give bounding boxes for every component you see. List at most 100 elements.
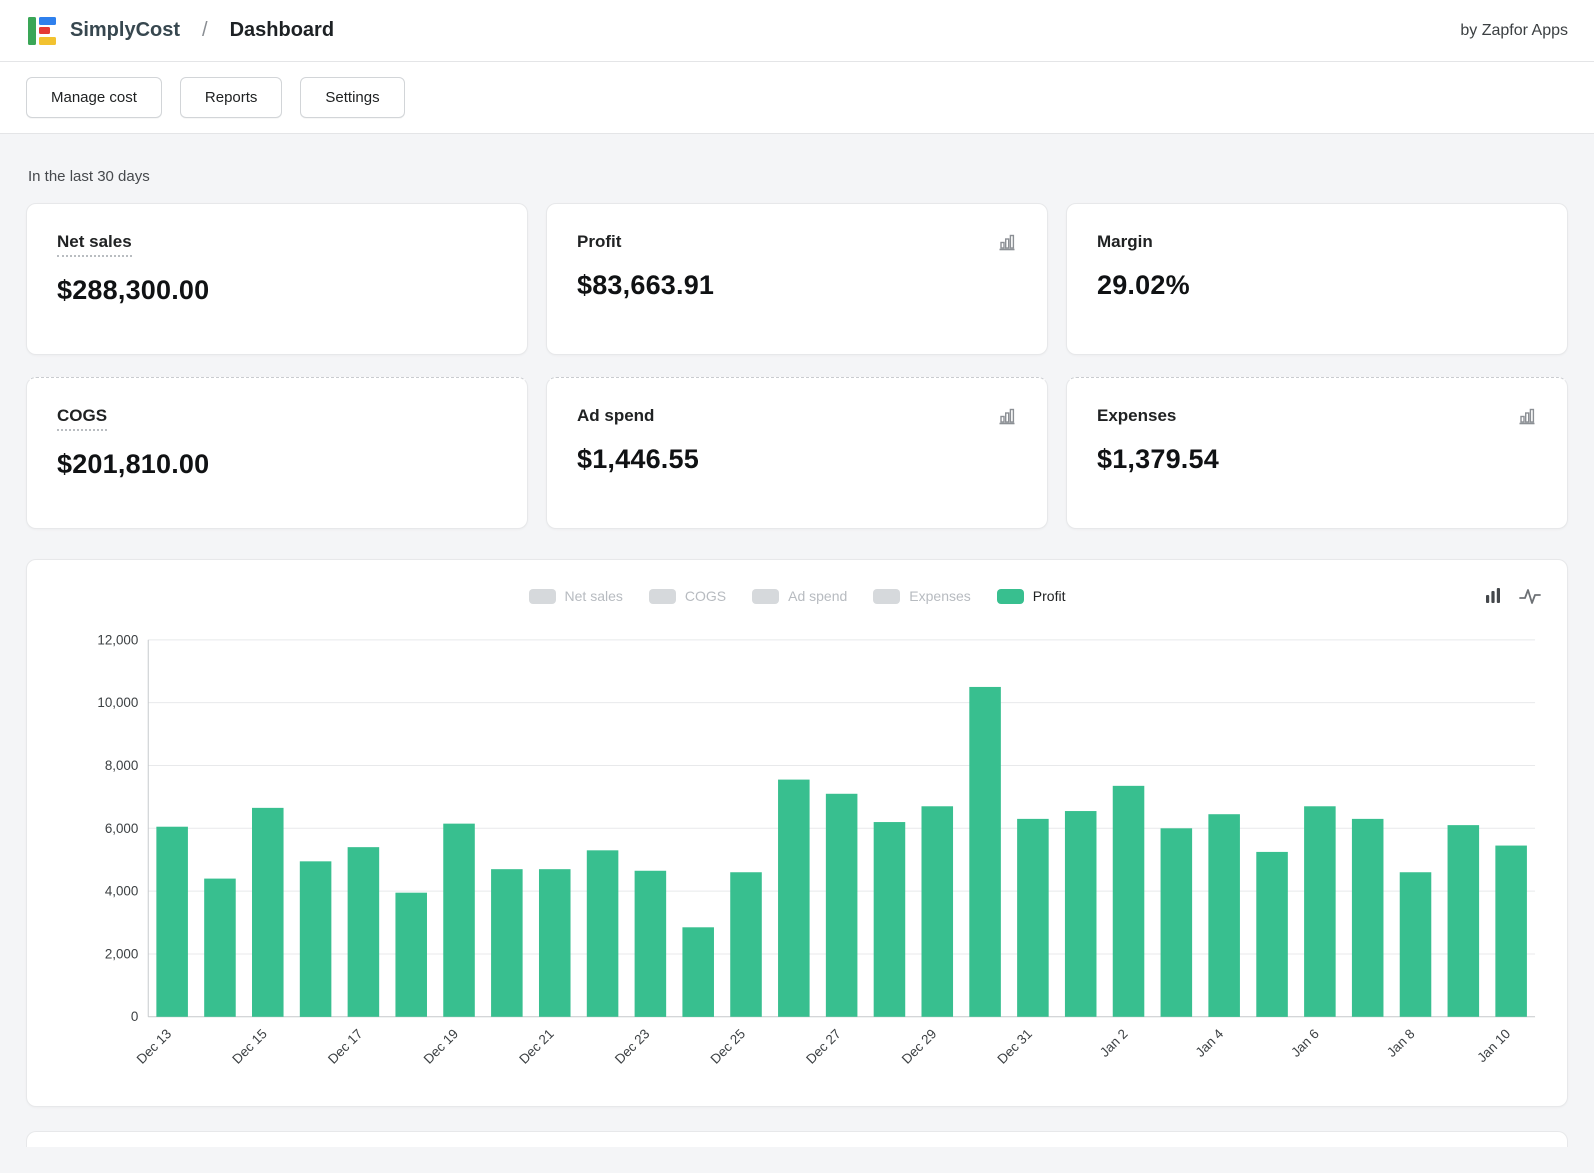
metric-title-cogs[interactable]: COGS bbox=[57, 406, 108, 431]
profit-bar[interactable] bbox=[204, 878, 236, 1017]
legend-swatch-expenses bbox=[873, 588, 901, 604]
profit-bar[interactable] bbox=[1304, 806, 1336, 1017]
next-card-peek bbox=[26, 1131, 1568, 1148]
x-tick-label: Dec 15 bbox=[229, 1026, 270, 1067]
profit-bar[interactable] bbox=[538, 869, 571, 1017]
chart-legend: Net sales COGS Ad spend Expenses Profit bbox=[53, 582, 1541, 618]
x-tick-label: Dec 17 bbox=[325, 1026, 366, 1067]
page-title: Dashboard bbox=[229, 19, 335, 41]
x-tick-label: Dec 31 bbox=[994, 1026, 1035, 1067]
legend-swatch-profit bbox=[996, 588, 1024, 604]
reports-button[interactable]: Reports bbox=[179, 77, 283, 118]
legend-swatch-net-sales bbox=[528, 588, 556, 604]
x-tick-label: Jan 2 bbox=[1097, 1026, 1131, 1060]
legend-swatch-ad-spend bbox=[752, 588, 780, 604]
profit-bar[interactable] bbox=[443, 823, 475, 1017]
metric-card-cogs: COGS $201,810.00 bbox=[26, 377, 528, 529]
profit-bar[interactable] bbox=[491, 869, 523, 1017]
vendor-byline[interactable]: by Zapfor Apps bbox=[1460, 22, 1568, 40]
profit-bar[interactable] bbox=[873, 822, 906, 1017]
metric-value-net-sales: $288,300.00 bbox=[57, 275, 210, 305]
metric-cards-grid: Net sales $288,300.00 Profit $83,663.91 … bbox=[26, 203, 1568, 529]
app-logo-icon bbox=[28, 16, 56, 45]
metric-value-profit: $83,663.91 bbox=[577, 270, 715, 300]
profit-bar[interactable] bbox=[1112, 785, 1145, 1017]
legend-item-net-sales[interactable]: Net sales bbox=[528, 588, 623, 604]
metric-value-ad-spend: $1,446.55 bbox=[577, 444, 699, 474]
profit-bar[interactable] bbox=[730, 872, 762, 1017]
x-tick-label: Dec 13 bbox=[134, 1026, 175, 1067]
legend-label-cogs: COGS bbox=[684, 588, 727, 604]
ad-spend-mini-bar-chart-icon[interactable] bbox=[997, 406, 1017, 426]
y-tick-label: 6,000 bbox=[105, 821, 138, 836]
profit-bar[interactable] bbox=[921, 806, 954, 1017]
profit-bar[interactable] bbox=[251, 807, 284, 1017]
metric-value-cogs: $201,810.00 bbox=[57, 449, 210, 479]
chart-area: 0 2,000 4,000 6,000 8,000 10,000 12,000 Dec 13 D… bbox=[53, 618, 1541, 1092]
x-tick-label: Jan 10 bbox=[1474, 1026, 1513, 1065]
metric-title-net-sales[interactable]: Net sales bbox=[57, 232, 132, 257]
metric-card-margin: Margin 29.02% bbox=[1066, 203, 1568, 355]
profit-bar[interactable] bbox=[682, 927, 714, 1017]
y-tick-label: 4,000 bbox=[105, 884, 138, 899]
app-name-link[interactable]: SimplyCost bbox=[70, 19, 180, 42]
x-tick-label: Jan 6 bbox=[1288, 1026, 1322, 1060]
legend-label-expenses: Expenses bbox=[909, 588, 971, 604]
profit-bar[interactable] bbox=[1208, 814, 1240, 1017]
metric-title-profit: Profit bbox=[577, 232, 622, 251]
profit-bar[interactable] bbox=[778, 779, 810, 1017]
legend-item-expenses[interactable]: Expenses bbox=[873, 588, 971, 604]
x-tick-label: Dec 21 bbox=[516, 1026, 557, 1067]
profit-bar[interactable] bbox=[299, 861, 332, 1017]
profit-bar[interactable] bbox=[969, 686, 1001, 1017]
profit-bar[interactable] bbox=[1447, 825, 1480, 1017]
top-bar: SimplyCost / Dashboard by Zapfor Apps bbox=[0, 0, 1594, 62]
legend-label-net-sales: Net sales bbox=[564, 588, 623, 604]
y-tick-label: 0 bbox=[131, 1009, 138, 1024]
metric-title-margin: Margin bbox=[1097, 232, 1153, 251]
profit-chart-card: Net sales COGS Ad spend Expenses Profit bbox=[26, 559, 1568, 1108]
profit-bar[interactable] bbox=[586, 850, 619, 1017]
metric-title-expenses: Expenses bbox=[1097, 406, 1177, 425]
x-tick-label: Dec 25 bbox=[708, 1026, 749, 1067]
profit-bar[interactable] bbox=[634, 870, 667, 1017]
expenses-mini-bar-chart-icon[interactable] bbox=[1517, 406, 1537, 426]
profit-bar[interactable] bbox=[395, 892, 427, 1017]
profit-bar[interactable] bbox=[347, 847, 380, 1017]
primary-nav: Manage cost Reports Settings bbox=[0, 62, 1594, 134]
profit-bar[interactable] bbox=[1256, 851, 1288, 1017]
x-tick-label: Jan 8 bbox=[1384, 1026, 1418, 1060]
profit-bar[interactable] bbox=[1017, 818, 1049, 1017]
profit-mini-bar-chart-icon[interactable] bbox=[997, 232, 1017, 252]
x-tick-label: Dec 27 bbox=[803, 1026, 844, 1067]
x-tick-label: Jan 4 bbox=[1193, 1026, 1227, 1060]
legend-item-profit[interactable]: Profit bbox=[996, 588, 1065, 604]
dashboard-content: In the last 30 days Net sales $288,300.0… bbox=[0, 134, 1594, 1173]
x-tick-label: Dec 19 bbox=[421, 1026, 462, 1067]
profit-bar[interactable] bbox=[1351, 818, 1384, 1017]
legend-item-cogs[interactable]: COGS bbox=[648, 588, 727, 604]
profit-bar[interactable] bbox=[1064, 811, 1097, 1017]
line-chart-toggle-icon[interactable] bbox=[1519, 586, 1541, 606]
legend-swatch-cogs bbox=[648, 588, 676, 604]
metric-value-expenses: $1,379.54 bbox=[1097, 444, 1219, 474]
profit-bar[interactable] bbox=[1399, 872, 1432, 1017]
y-tick-label: 2,000 bbox=[105, 946, 138, 961]
chart-type-toggles bbox=[1483, 586, 1541, 606]
period-label: In the last 30 days bbox=[28, 168, 150, 185]
legend-item-ad-spend[interactable]: Ad spend bbox=[752, 588, 847, 604]
y-tick-label: 8,000 bbox=[105, 758, 138, 773]
settings-button[interactable]: Settings bbox=[300, 77, 405, 118]
y-tick-label: 10,000 bbox=[97, 695, 138, 710]
manage-cost-button[interactable]: Manage cost bbox=[26, 77, 162, 118]
metric-card-ad-spend: Ad spend $1,446.55 bbox=[546, 377, 1048, 529]
profit-bar[interactable] bbox=[156, 826, 188, 1017]
profit-bar[interactable] bbox=[825, 793, 858, 1017]
metric-card-net-sales: Net sales $288,300.00 bbox=[26, 203, 528, 355]
profit-bar[interactable] bbox=[1160, 828, 1193, 1017]
bar-chart-toggle-icon[interactable] bbox=[1483, 586, 1503, 606]
profit-bar[interactable] bbox=[1495, 845, 1527, 1017]
profit-bar-chart[interactable]: 0 2,000 4,000 6,000 8,000 10,000 12,000 Dec 13 D… bbox=[53, 618, 1541, 1092]
x-tick-label: Dec 29 bbox=[899, 1026, 940, 1067]
x-tick-label: Dec 23 bbox=[612, 1026, 653, 1067]
